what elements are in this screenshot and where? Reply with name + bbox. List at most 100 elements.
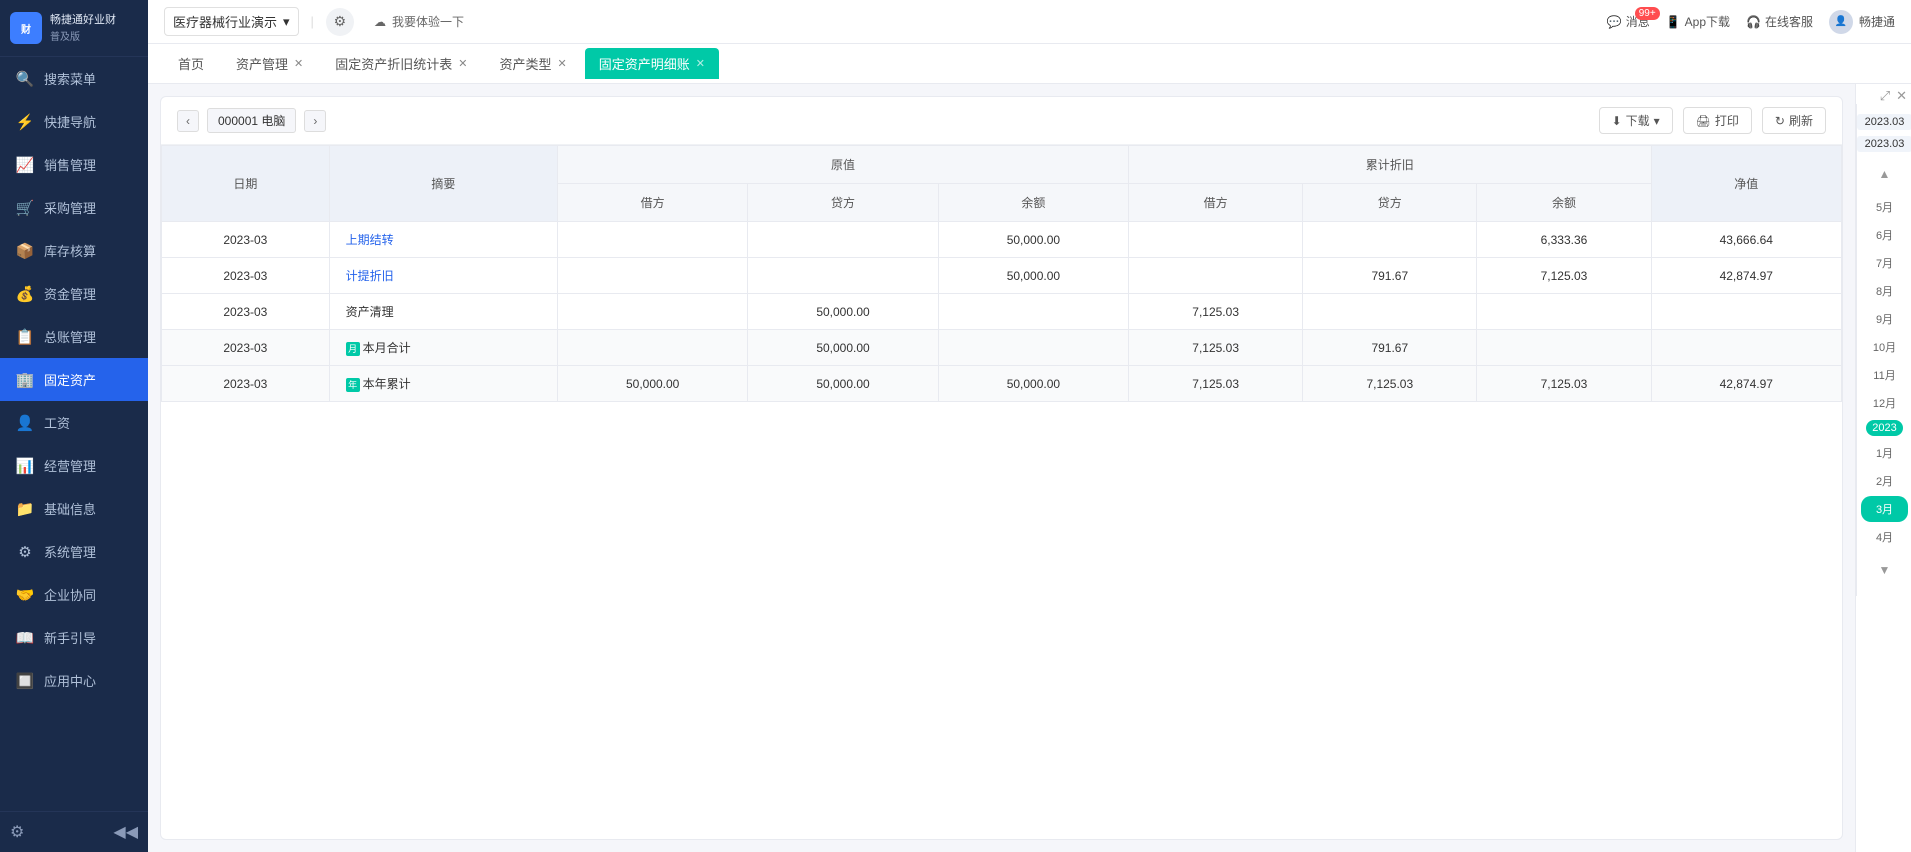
panel-down-btn[interactable]: ▼ — [1867, 552, 1903, 588]
sidebar-item-newbie[interactable]: 📖 新手引导 — [0, 616, 148, 659]
asset-prev-btn[interactable]: ‹ — [177, 110, 199, 132]
nav-label-search: 搜索菜单 — [44, 69, 96, 88]
tab-close-asset_type[interactable]: ✕ — [558, 57, 567, 70]
panel-month-4月[interactable]: 4月 — [1857, 524, 1911, 550]
th-date: 日期 — [162, 146, 330, 222]
row-summary: 计提折旧 — [346, 269, 394, 283]
asset-detail-table: 日期 摘要 原值 累计折旧 净值 借方 贷方 余额 借方 贷方 余额 — [161, 145, 1842, 402]
message-count: 99+ — [1635, 7, 1660, 20]
panel-month-3月[interactable]: 3月 — [1861, 496, 1908, 522]
row-acc-debit — [1129, 222, 1303, 258]
panel-date-header: 2023.03 — [1857, 136, 1911, 152]
tab-close-depreciation[interactable]: ✕ — [458, 57, 467, 70]
panel-month-2月[interactable]: 2月 — [1857, 468, 1911, 494]
row-summary-cell: 上期结转 — [329, 222, 557, 258]
nav-icon-basic: 📁 — [16, 500, 34, 518]
sidebar-item-quicknav[interactable]: ⚡ 快捷导航 — [0, 100, 148, 143]
topbar-settings-btn[interactable]: ⚙ — [326, 8, 354, 36]
sidebar-item-system[interactable]: ⚙ 系统管理 — [0, 530, 148, 573]
sidebar-item-apps[interactable]: 🔲 应用中心 — [0, 659, 148, 702]
row-orig-balance: 50,000.00 — [938, 222, 1128, 258]
tab-asset_type[interactable]: 资产类型✕ — [485, 48, 580, 79]
tab-assets[interactable]: 资产管理 ✕ — [222, 48, 317, 79]
row-summary-cell: 资产清理 — [329, 294, 557, 330]
th-acc-debit: 借方 — [1129, 184, 1303, 222]
service-label: 在线客服 — [1765, 13, 1813, 30]
panel-close-icon[interactable]: ✕ — [1896, 88, 1907, 104]
settings-icon[interactable]: ⚙ — [10, 822, 24, 842]
row-summary: 资产清理 — [346, 305, 394, 319]
main-content: ‹ 000001 电脑 › ⬇ 下载 ▾ 🖨 打印 ↻ — [160, 96, 1843, 840]
sidebar-item-basic[interactable]: 📁 基础信息 — [0, 487, 148, 530]
print-btn[interactable]: 🖨 打印 — [1683, 107, 1752, 134]
panel-month-9月[interactable]: 9月 — [1857, 306, 1911, 332]
tab-home[interactable]: 首页 — [164, 48, 218, 79]
sidebar-item-fixed[interactable]: 🏢 固定资产 — [0, 358, 148, 401]
panel-month-12月[interactable]: 12月 — [1857, 390, 1911, 416]
experience-btn[interactable]: ☁ 我要体验一下 — [374, 13, 464, 30]
company-selector[interactable]: 医疗器械行业演示 ▾ — [164, 7, 299, 36]
nav-icon-payroll: 👤 — [16, 414, 34, 432]
download-btn[interactable]: ⬇ 下载 ▾ — [1599, 107, 1673, 134]
sidebar-item-capital[interactable]: 💰 资金管理 — [0, 272, 148, 315]
user-name: 畅捷通 — [1859, 13, 1895, 30]
sidebar-item-purchase[interactable]: 🛒 采购管理 — [0, 186, 148, 229]
row-summary: 上期结转 — [346, 233, 394, 247]
right-panel-wrapper: ⤢ ✕ 2023.032023.03▲5月6月7月8月9月10月11月12月20… — [1855, 84, 1911, 852]
th-acc-credit: 贷方 — [1303, 184, 1477, 222]
sidebar-item-sales[interactable]: 📈 销售管理 — [0, 143, 148, 186]
row-date: 2023-03 — [162, 330, 330, 366]
tab-depreciation[interactable]: 固定资产折旧统计表 ✕ — [321, 48, 481, 79]
tab-asset_detail[interactable]: 固定资产明细账✕ — [585, 48, 719, 79]
nav-icon-ledger: 📋 — [16, 328, 34, 346]
nav-icon-quicknav: ⚡ — [16, 113, 34, 131]
row-orig-credit — [748, 258, 938, 294]
nav-label-fixed: 固定资产 — [44, 370, 96, 389]
panel-month-10月[interactable]: 10月 — [1857, 334, 1911, 360]
sidebar-item-inventory[interactable]: 📦 库存核算 — [0, 229, 148, 272]
user-profile[interactable]: 👤 畅捷通 — [1829, 10, 1895, 34]
tab-close-asset_detail[interactable]: ✕ — [696, 57, 705, 70]
tab-label-depreciation: 固定资产折旧统计表 — [335, 54, 452, 73]
download-label: 下载 — [1626, 112, 1650, 129]
row-orig-credit — [748, 222, 938, 258]
th-net: 净值 — [1651, 146, 1841, 222]
row-summary-cell: 计提折旧 — [329, 258, 557, 294]
panel-month-7月[interactable]: 7月 — [1857, 250, 1911, 276]
download-icon: 📱 — [1666, 15, 1681, 29]
refresh-btn[interactable]: ↻ 刷新 — [1762, 107, 1826, 134]
sidebar-item-enterprise[interactable]: 🤝 企业协同 — [0, 573, 148, 616]
panel-up-btn[interactable]: ▲ — [1867, 156, 1903, 192]
table-row: 2023-03 月本月合计 50,000.00 7,125.03 791.67 — [162, 330, 1842, 366]
sidebar-nav: 🔍 搜索菜单 ⚡ 快捷导航 📈 销售管理 🛒 采购管理 📦 库存核算 💰 资金管… — [0, 57, 148, 811]
tab-close-assets[interactable]: ✕ — [294, 57, 303, 70]
panel-expand-icon[interactable]: ⤢ — [1880, 88, 1890, 104]
nav-icon-inventory: 📦 — [16, 242, 34, 260]
row-acc-balance — [1477, 294, 1651, 330]
message-btn[interactable]: 💬 消息 99+ — [1607, 13, 1650, 30]
service-btn[interactable]: 🎧 在线客服 — [1746, 13, 1813, 30]
sidebar-item-ledger[interactable]: 📋 总账管理 — [0, 315, 148, 358]
topbar-right: 💬 消息 99+ 📱 App下载 🎧 在线客服 👤 畅捷通 — [1607, 10, 1895, 34]
nav-label-system: 系统管理 — [44, 542, 96, 561]
row-acc-debit: 7,125.03 — [1129, 294, 1303, 330]
tab-label-assets: 资产管理 — [236, 54, 288, 73]
asset-next-btn[interactable]: › — [304, 110, 326, 132]
asset-code: 000001 电脑 — [207, 108, 296, 133]
sidebar-item-operations[interactable]: 📊 经营管理 — [0, 444, 148, 487]
sidebar-item-payroll[interactable]: 👤 工资 — [0, 401, 148, 444]
panel-month-8月[interactable]: 8月 — [1857, 278, 1911, 304]
row-acc-debit: 7,125.03 — [1129, 330, 1303, 366]
download-btn[interactable]: 📱 App下载 — [1666, 13, 1730, 30]
collapse-icon[interactable]: ◀◀ — [113, 822, 138, 842]
panel-month-11月[interactable]: 11月 — [1857, 362, 1911, 388]
row-summary: 本月合计 — [363, 341, 411, 355]
content-toolbar: ‹ 000001 电脑 › ⬇ 下载 ▾ 🖨 打印 ↻ — [161, 97, 1842, 145]
th-original-group: 原值 — [557, 146, 1128, 184]
row-summary-cell: 年本年累计 — [329, 366, 557, 402]
summary-icon: 年 — [346, 378, 360, 392]
panel-month-5月[interactable]: 5月 — [1857, 194, 1911, 220]
panel-month-6月[interactable]: 6月 — [1857, 222, 1911, 248]
sidebar-item-search[interactable]: 🔍 搜索菜单 — [0, 57, 148, 100]
panel-month-1月[interactable]: 1月 — [1857, 440, 1911, 466]
